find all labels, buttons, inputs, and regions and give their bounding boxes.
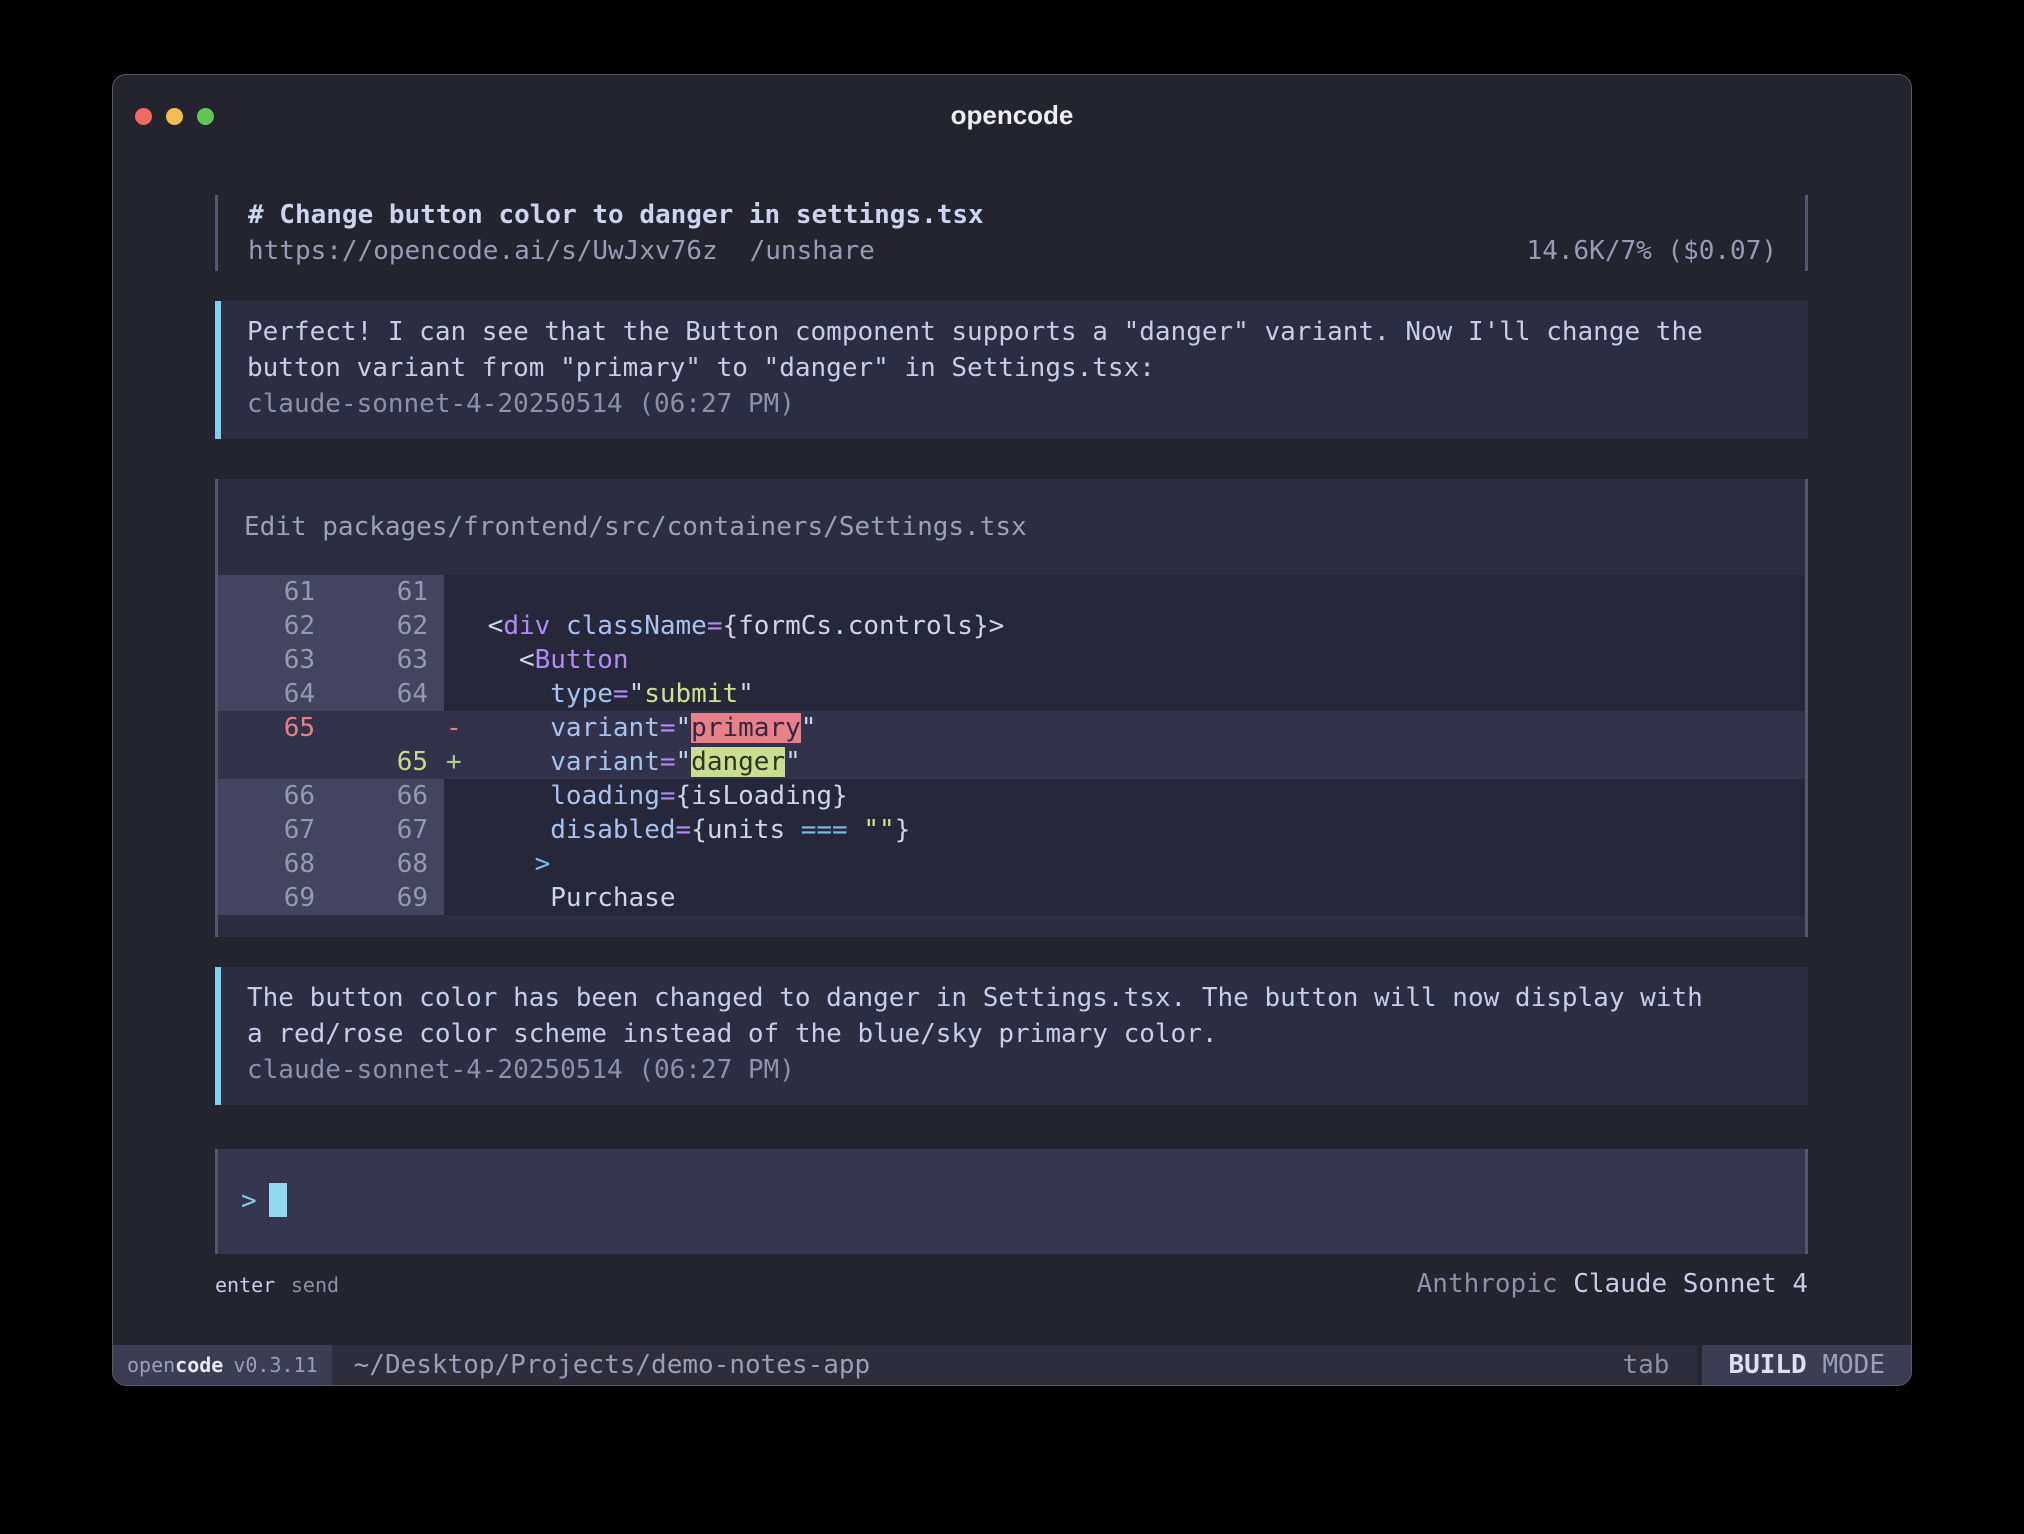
assistant-message: Perfect! I can see that the Button compo… [215, 301, 1808, 439]
text-cursor [269, 1183, 287, 1217]
code-line: variant="primary" [472, 711, 1805, 745]
diff-marker [444, 575, 472, 609]
code-line: loading={isLoading} [472, 779, 1805, 813]
window-controls [135, 108, 214, 125]
code-line: variant="danger" [472, 745, 1805, 779]
provider-label: Anthropic [1417, 1269, 1558, 1299]
app-name-code: code [175, 1353, 223, 1377]
diff-row: 6767 disabled={units === ""} [218, 813, 1805, 847]
new-line-number: 64 [331, 677, 444, 711]
mode-name: BUILD [1728, 1350, 1806, 1380]
share-info: https://opencode.ai/s/UwJxv76z/unshare [248, 233, 875, 269]
code-line: Purchase [472, 881, 1805, 915]
edit-tool-card: Edit packages/frontend/src/containers/Se… [215, 479, 1808, 937]
message-line: a red/rose color scheme instead of the b… [247, 1016, 1788, 1052]
code-line: <div className={formCs.controls}> [472, 609, 1805, 643]
message-line: The button color has been changed to dan… [247, 980, 1788, 1016]
new-line-number: 61 [331, 575, 444, 609]
enter-action-label: send [291, 1273, 339, 1297]
code-line: type="submit" [472, 677, 1805, 711]
diff-table: 61616262 <div className={formCs.controls… [218, 575, 1805, 915]
diff-marker [444, 813, 472, 847]
code-line: > [472, 847, 1805, 881]
diff-marker [444, 609, 472, 643]
zoom-button[interactable] [197, 108, 214, 125]
diff-row: 6262 <div className={formCs.controls}> [218, 609, 1805, 643]
hint-bar: enter send Anthropic Claude Sonnet 4 [215, 1266, 1808, 1303]
old-line-number: 68 [218, 847, 331, 881]
old-line-number: 66 [218, 779, 331, 813]
diff-marker [444, 643, 472, 677]
edit-tool-title: Edit packages/frontend/src/containers/Se… [218, 509, 1805, 545]
new-line-number: 63 [331, 643, 444, 677]
opencode-window: opencode # Change button color to danger… [112, 74, 1912, 1386]
code-line: disabled={units === ""} [472, 813, 1805, 847]
titlebar: opencode [113, 75, 1911, 139]
new-line-number [331, 711, 444, 745]
app-name-open: open [127, 1353, 175, 1377]
working-directory: ~/Desktop/Projects/demo-notes-app [332, 1345, 893, 1385]
status-bar: opencode v0.3.11 ~/Desktop/Projects/demo-… [113, 1345, 1911, 1385]
enter-hint: enter send [215, 1266, 339, 1303]
minimize-button[interactable] [166, 108, 183, 125]
old-line-number: 62 [218, 609, 331, 643]
old-line-number: 64 [218, 677, 331, 711]
token-cost-stats: 14.6K/7% ($0.07) [1527, 233, 1777, 269]
diff-marker [444, 677, 472, 711]
old-line-number [218, 745, 331, 779]
mode-suffix: MODE [1822, 1350, 1885, 1380]
new-line-number: 67 [331, 813, 444, 847]
prompt-symbol: > [241, 1186, 257, 1216]
message-line: Perfect! I can see that the Button compo… [247, 314, 1788, 350]
new-line-number: 69 [331, 881, 444, 915]
model-timestamp: claude-sonnet-4-20250514 (06:27 PM) [247, 386, 1788, 422]
diff-row: 6666 loading={isLoading} [218, 779, 1805, 813]
unshare-command[interactable]: /unshare [750, 236, 875, 266]
model-timestamp: claude-sonnet-4-20250514 (06:27 PM) [247, 1052, 1788, 1088]
old-line-number: 61 [218, 575, 331, 609]
new-line-number: 68 [331, 847, 444, 881]
prompt-input[interactable]: > [215, 1149, 1808, 1254]
diff-marker [444, 847, 472, 881]
diff-row: 6969 Purchase [218, 881, 1805, 915]
model-indicator: Anthropic Claude Sonnet 4 [1417, 1266, 1808, 1302]
status-spacer [892, 1345, 1622, 1385]
message-line: button variant from "primary" to "danger… [247, 350, 1788, 386]
diff-row: 6363 <Button [218, 643, 1805, 677]
diff-marker [444, 779, 472, 813]
model-label: Claude Sonnet 4 [1573, 1269, 1808, 1299]
session-title: # Change button color to danger in setti… [248, 197, 1777, 233]
app-version-segment: opencode v0.3.11 [113, 1345, 332, 1385]
diff-marker: - [444, 711, 472, 745]
assistant-message: The button color has been changed to dan… [215, 967, 1808, 1105]
diff-row: 6868 > [218, 847, 1805, 881]
tab-key-hint[interactable]: tab [1622, 1345, 1697, 1385]
code-line [472, 575, 1805, 609]
session-view: # Change button color to danger in setti… [113, 195, 1911, 1303]
diff-row: 65 - variant="primary" [218, 711, 1805, 745]
diff-marker [444, 881, 472, 915]
diff-row: 65+ variant="danger" [218, 745, 1805, 779]
old-line-number: 69 [218, 881, 331, 915]
session-header: # Change button color to danger in setti… [215, 195, 1808, 271]
new-line-number: 65 [331, 745, 444, 779]
share-url[interactable]: https://opencode.ai/s/UwJxv76z [248, 236, 718, 266]
diff-marker: + [444, 745, 472, 779]
app-version: v0.3.11 [233, 1353, 317, 1377]
old-line-number: 65 [218, 711, 331, 745]
session-subheader: https://opencode.ai/s/UwJxv76z/unshare 1… [248, 233, 1777, 269]
diff-row: 6464 type="submit" [218, 677, 1805, 711]
diff-row: 6161 [218, 575, 1805, 609]
new-line-number: 62 [331, 609, 444, 643]
close-button[interactable] [135, 108, 152, 125]
window-title: opencode [951, 100, 1074, 131]
enter-key-label: enter [215, 1273, 275, 1297]
old-line-number: 67 [218, 813, 331, 847]
code-line: <Button [472, 643, 1805, 677]
new-line-number: 66 [331, 779, 444, 813]
mode-segment[interactable]: BUILD MODE [1702, 1345, 1911, 1385]
old-line-number: 63 [218, 643, 331, 677]
